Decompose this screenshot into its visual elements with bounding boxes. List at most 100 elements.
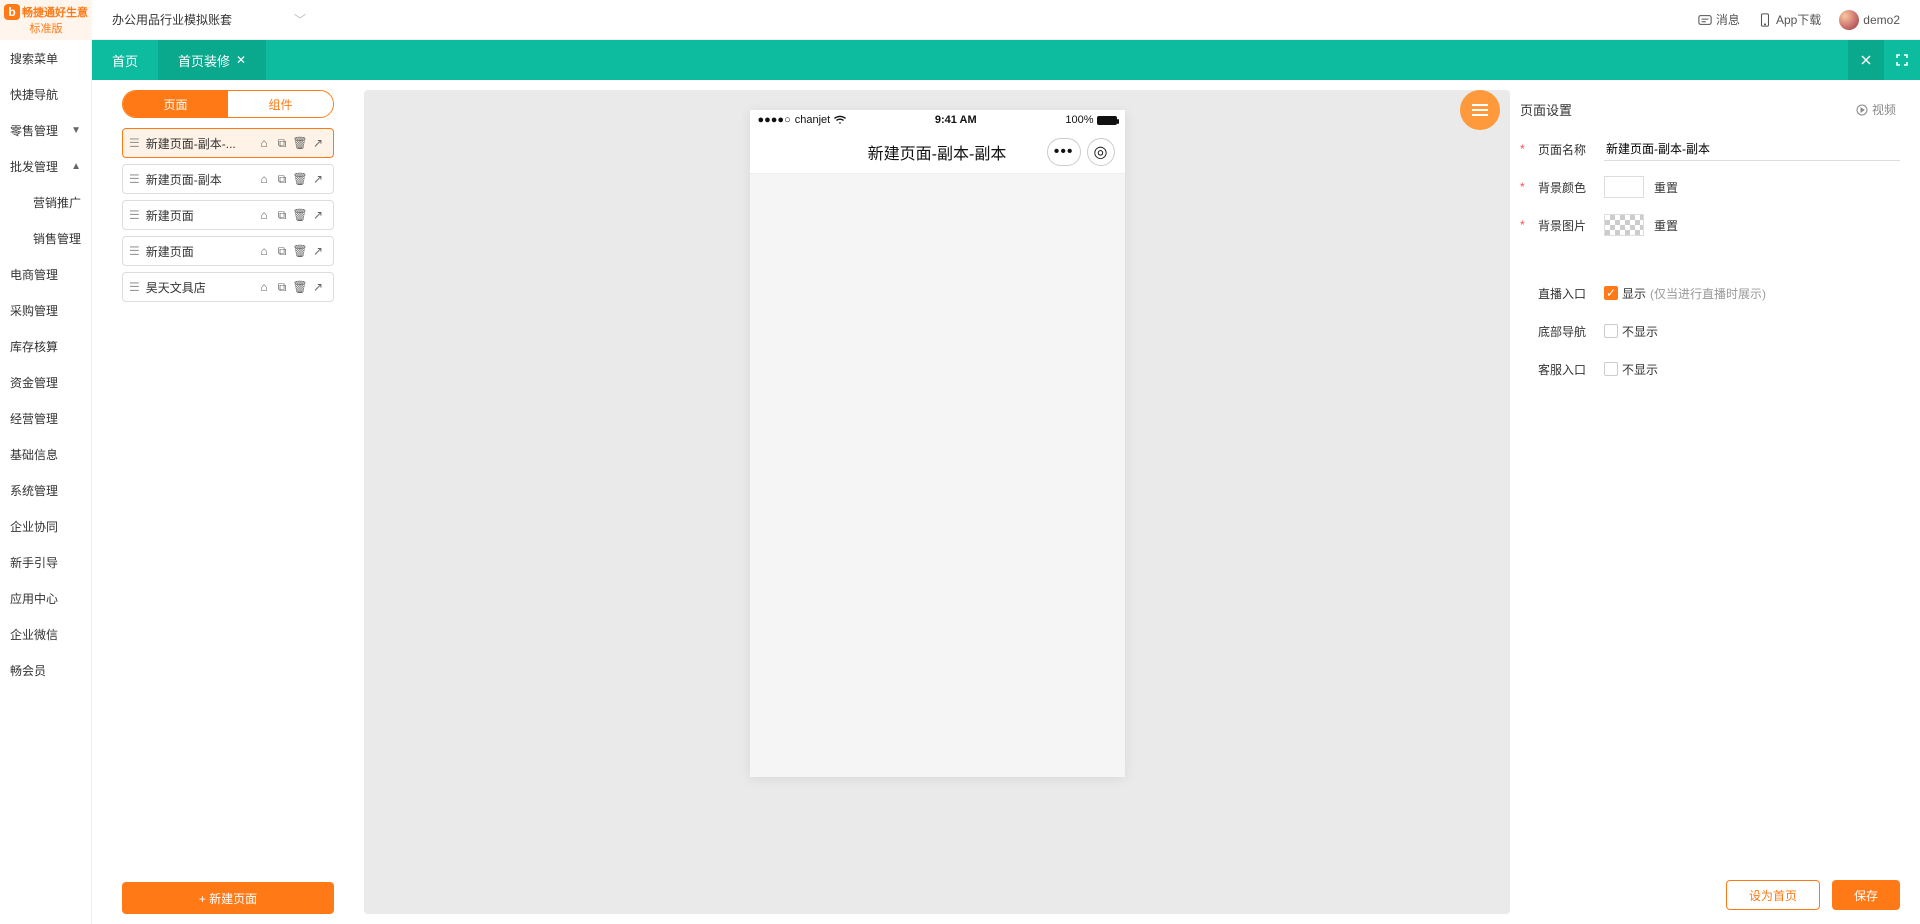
- brand-edition: 标准版: [30, 20, 63, 36]
- home-icon[interactable]: ⌂: [255, 208, 273, 222]
- collapse-panel-button[interactable]: [1460, 90, 1500, 130]
- checkbox-unchecked-icon: [1604, 324, 1618, 338]
- nav-label: 库存核算: [10, 338, 58, 355]
- delete-icon[interactable]: 🗑: [291, 208, 309, 222]
- nav-collab[interactable]: 企业协同: [0, 508, 91, 544]
- bottomnav-hide-checkbox[interactable]: 不显示: [1604, 323, 1658, 340]
- avatar-icon: [1839, 10, 1859, 30]
- editor-area: 页面 组件 ☰ 新建页面-副本-... ⌂ ⧉ 🗑 ↗ ☰ 新建页面-副本 ⌂ …: [92, 80, 1920, 924]
- side-nav: 搜索菜单 快捷导航 零售管理▼ 批发管理▲ 营销推广 销售管理 电商管理 采购管…: [0, 40, 92, 924]
- tabs-close-all-button[interactable]: [1848, 40, 1884, 80]
- user-name: demo2: [1863, 13, 1900, 27]
- copy-icon[interactable]: ⧉: [273, 280, 291, 295]
- nav-apps[interactable]: 应用中心: [0, 580, 91, 616]
- video-label: 视频: [1872, 101, 1896, 118]
- bgcolor-reset-link[interactable]: 重置: [1654, 179, 1678, 196]
- video-help-link[interactable]: 视频: [1856, 101, 1896, 118]
- nav-label: 应用中心: [10, 590, 58, 607]
- nav-wechat[interactable]: 企业微信: [0, 616, 91, 652]
- account-name: 办公用品行业模拟账套: [112, 11, 232, 28]
- nav-sales[interactable]: 销售管理: [0, 220, 91, 256]
- nav-member[interactable]: 畅会员: [0, 652, 91, 688]
- page-list-item[interactable]: ☰ 新建页面-副本 ⌂ ⧉ 🗑 ↗: [122, 164, 334, 194]
- page-list-item[interactable]: ☰ 新建页面 ⌂ ⧉ 🗑 ↗: [122, 200, 334, 230]
- fullscreen-button[interactable]: [1884, 40, 1920, 80]
- home-icon[interactable]: ⌂: [255, 244, 273, 258]
- app-download-label: App下载: [1776, 11, 1821, 28]
- app-download-link[interactable]: App下载: [1758, 11, 1821, 28]
- nav-ecommerce[interactable]: 电商管理: [0, 256, 91, 292]
- nav-wholesale[interactable]: 批发管理▲: [0, 148, 91, 184]
- nav-operation[interactable]: 经营管理: [0, 400, 91, 436]
- page-list-item[interactable]: ☰ 昊天文具店 ⌂ ⧉ 🗑 ↗: [122, 272, 334, 302]
- nav-retail[interactable]: 零售管理▼: [0, 112, 91, 148]
- page-list-item[interactable]: ☰ 新建页面-副本-... ⌂ ⧉ 🗑 ↗: [122, 128, 334, 158]
- share-icon[interactable]: ↗: [309, 280, 327, 294]
- nav-guide[interactable]: 新手引导: [0, 544, 91, 580]
- nav-label: 基础信息: [10, 446, 58, 463]
- copy-icon[interactable]: ⧉: [273, 172, 291, 187]
- drag-handle-icon[interactable]: ☰: [129, 172, 140, 186]
- seg-pages[interactable]: 页面: [123, 91, 228, 117]
- nav-label: 企业微信: [10, 626, 58, 643]
- nav-purchase[interactable]: 采购管理: [0, 292, 91, 328]
- tab-decoration[interactable]: 首页装修 ✕: [158, 40, 266, 80]
- drag-handle-icon[interactable]: ☰: [129, 208, 140, 222]
- home-icon[interactable]: ⌂: [255, 280, 273, 294]
- nav-finance[interactable]: 资金管理: [0, 364, 91, 400]
- bgimg-reset-link[interactable]: 重置: [1654, 217, 1678, 234]
- delete-icon[interactable]: 🗑: [291, 280, 309, 294]
- copy-icon[interactable]: ⧉: [273, 136, 291, 151]
- service-hide-checkbox[interactable]: 不显示: [1604, 361, 1658, 378]
- share-icon[interactable]: ↗: [309, 136, 327, 150]
- nav-inventory[interactable]: 库存核算: [0, 328, 91, 364]
- drag-handle-icon[interactable]: ☰: [129, 244, 140, 258]
- phone-page-title: 新建页面-副本-副本: [868, 140, 1007, 164]
- new-page-button[interactable]: + 新建页面: [122, 882, 334, 914]
- live-hint: (仅当进行直播时展示): [1650, 285, 1766, 302]
- home-icon[interactable]: ⌂: [255, 136, 273, 150]
- miniprogram-menu-icon: •••: [1047, 138, 1081, 166]
- panel-segmented: 页面 组件: [122, 90, 334, 118]
- share-icon[interactable]: ↗: [309, 172, 327, 186]
- copy-icon[interactable]: ⧉: [273, 244, 291, 259]
- field-label-service: 客服入口: [1538, 361, 1594, 378]
- messages-link[interactable]: 消息: [1698, 11, 1740, 28]
- page-list: ☰ 新建页面-副本-... ⌂ ⧉ 🗑 ↗ ☰ 新建页面-副本 ⌂ ⧉ 🗑 ↗ …: [122, 128, 334, 302]
- delete-icon[interactable]: 🗑: [291, 136, 309, 150]
- battery-icon: [1097, 116, 1117, 125]
- close-icon[interactable]: ✕: [236, 53, 246, 67]
- bgcolor-swatch[interactable]: [1604, 176, 1644, 198]
- page-list-item[interactable]: ☰ 新建页面 ⌂ ⧉ 🗑 ↗: [122, 236, 334, 266]
- tab-home[interactable]: 首页: [92, 40, 158, 80]
- live-show-checkbox[interactable]: ✓ 显示 (仅当进行直播时展示): [1604, 285, 1766, 302]
- save-button[interactable]: 保存: [1832, 880, 1900, 910]
- delete-icon[interactable]: 🗑: [291, 244, 309, 258]
- share-icon[interactable]: ↗: [309, 208, 327, 222]
- page-name-input[interactable]: [1604, 138, 1900, 161]
- copy-icon[interactable]: ⧉: [273, 208, 291, 223]
- nav-label: 批发管理: [10, 158, 58, 175]
- drag-handle-icon[interactable]: ☰: [129, 136, 140, 150]
- nav-label: 企业协同: [10, 518, 58, 535]
- page-name: 昊天文具店: [146, 279, 255, 296]
- nav-search[interactable]: 搜索菜单: [0, 40, 91, 76]
- nav-quick[interactable]: 快捷导航: [0, 76, 91, 112]
- set-home-button[interactable]: 设为首页: [1726, 880, 1820, 910]
- share-icon[interactable]: ↗: [309, 244, 327, 258]
- seg-components[interactable]: 组件: [228, 91, 333, 117]
- miniprogram-close-icon: ◎: [1087, 138, 1115, 166]
- bgimg-swatch[interactable]: [1604, 214, 1644, 236]
- nav-label: 经营管理: [10, 410, 58, 427]
- drag-handle-icon[interactable]: ☰: [129, 280, 140, 294]
- delete-icon[interactable]: 🗑: [291, 172, 309, 186]
- nav-system[interactable]: 系统管理: [0, 472, 91, 508]
- user-menu[interactable]: demo2: [1839, 10, 1900, 30]
- account-selector[interactable]: 办公用品行业模拟账套 ﹀: [112, 11, 312, 29]
- nav-basic[interactable]: 基础信息: [0, 436, 91, 472]
- required-mark: *: [1520, 142, 1528, 156]
- settings-title: 页面设置: [1520, 100, 1572, 119]
- nav-marketing[interactable]: 营销推广: [0, 184, 91, 220]
- home-icon[interactable]: ⌂: [255, 172, 273, 186]
- phone-title-bar: 新建页面-副本-副本 ••• ◎: [750, 130, 1125, 174]
